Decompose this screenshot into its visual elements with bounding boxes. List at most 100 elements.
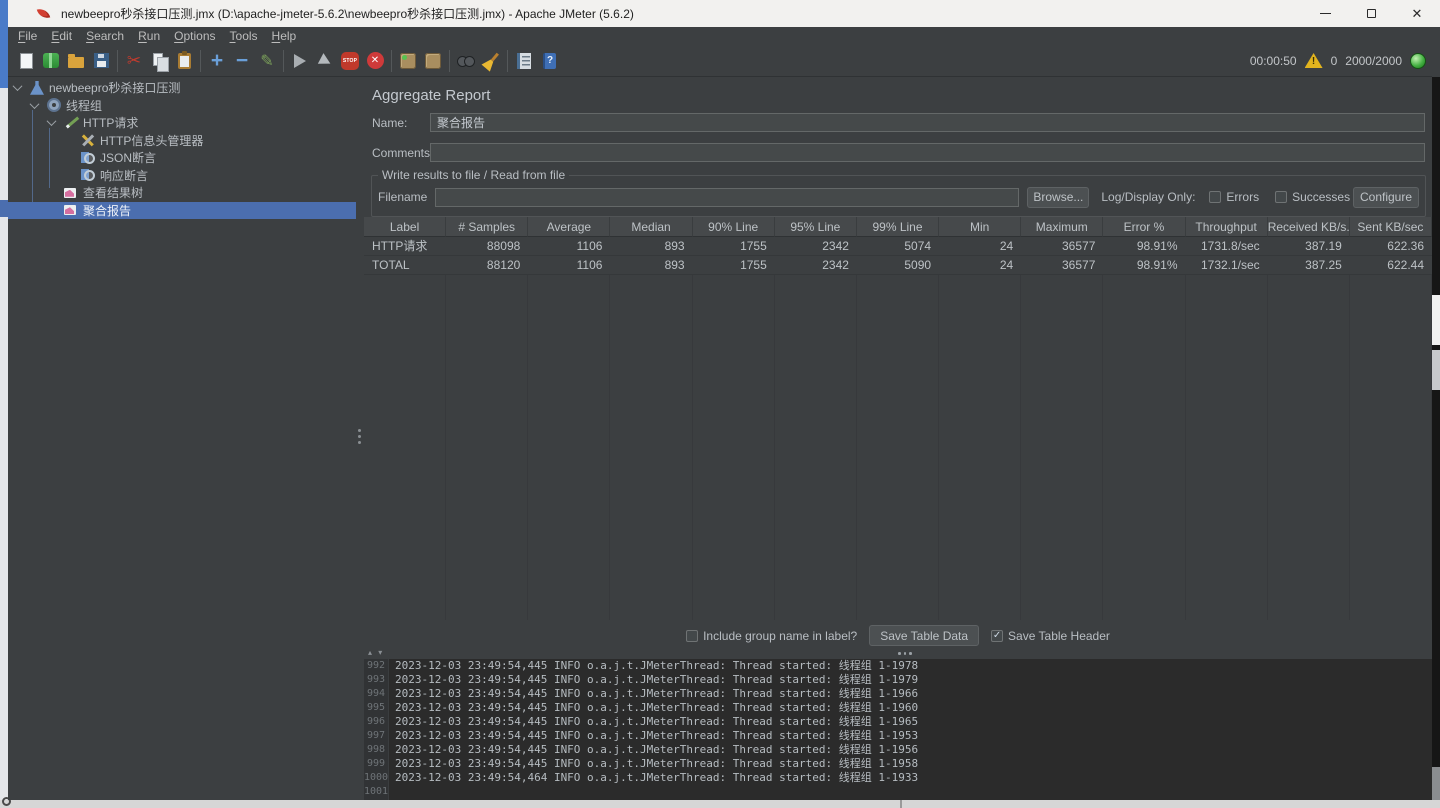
log-line-number: 997	[364, 729, 389, 743]
log-line-text: 2023-12-03 23:49:54,445 INFO o.a.j.t.JMe…	[389, 743, 918, 757]
log-line-text: 2023-12-03 23:49:54,464 INFO o.a.j.t.JMe…	[389, 771, 918, 785]
warning-icon[interactable]: !	[1305, 53, 1323, 68]
successes-label: Successes	[1292, 190, 1350, 204]
stop-icon[interactable]: STOP	[340, 51, 360, 71]
remote-stop-icon[interactable]	[423, 51, 443, 71]
tree-item[interactable]: newbeepro秒杀接口压测	[8, 79, 356, 97]
column-header-8[interactable]: Min	[939, 217, 1021, 237]
column-header-12[interactable]: Received KB/s...	[1268, 217, 1350, 237]
browse-button[interactable]: Browse...	[1027, 187, 1089, 208]
tree-item[interactable]: 响应断言	[8, 167, 356, 185]
start-no-pauses-icon[interactable]	[315, 51, 335, 71]
errors-checkbox[interactable]	[1209, 191, 1221, 203]
table-cell: 1106	[528, 256, 610, 275]
chevron-down-icon[interactable]	[30, 99, 40, 109]
table-footer: Include group name in label? Save Table …	[364, 623, 1432, 648]
tree-item[interactable]: 查看结果树	[8, 184, 356, 202]
column-header-1[interactable]: Label	[364, 217, 446, 237]
http-request-icon	[64, 116, 78, 130]
remove-icon[interactable]: −	[232, 51, 252, 71]
chevron-down-icon[interactable]	[13, 81, 23, 91]
column-header-2[interactable]: # Samples	[446, 217, 528, 237]
menu-options[interactable]: Options	[174, 29, 215, 43]
log-line-text: 2023-12-03 23:49:54,445 INFO o.a.j.t.JMe…	[389, 659, 918, 673]
toggle-icon[interactable]: ✎	[257, 51, 277, 71]
save-table-data-button[interactable]: Save Table Data	[869, 625, 979, 646]
tree-item[interactable]: 线程组	[8, 97, 356, 115]
help-icon[interactable]: ?	[539, 51, 559, 71]
table-cell: 622.36	[1350, 237, 1432, 256]
elapsed-time: 00:00:50	[1250, 54, 1297, 68]
menu-help[interactable]: Help	[272, 29, 297, 43]
log-display-only-label: Log/Display Only:	[1101, 190, 1195, 204]
panel-splitter[interactable]	[356, 77, 364, 800]
paste-icon[interactable]	[174, 51, 194, 71]
add-icon[interactable]: +	[207, 51, 227, 71]
menu-search[interactable]: Search	[86, 29, 124, 43]
column-header-11[interactable]: Throughput	[1186, 217, 1268, 237]
name-input[interactable]	[430, 113, 1425, 132]
log-line-text: 2023-12-03 23:49:54,445 INFO o.a.j.t.JMe…	[389, 715, 918, 729]
log-viewer[interactable]: 9922023-12-03 23:49:54,445 INFO o.a.j.t.…	[364, 659, 1432, 800]
tree-item-label: 查看结果树	[83, 184, 143, 201]
shutdown-icon[interactable]: ✕	[365, 51, 385, 71]
column-header-13[interactable]: Sent KB/sec	[1350, 217, 1432, 237]
remote-start-icon[interactable]	[398, 51, 418, 71]
column-header-9[interactable]: Maximum	[1021, 217, 1103, 237]
tree-item-label: 聚合报告	[83, 202, 131, 219]
filename-label: Filename	[378, 190, 427, 204]
chevron-down-icon[interactable]	[47, 116, 57, 126]
save-table-header-checkbox[interactable]	[991, 630, 1003, 642]
function-helper-icon[interactable]	[514, 51, 534, 71]
templates-icon[interactable]	[41, 51, 61, 71]
tree-item[interactable]: JSON断言	[8, 149, 356, 167]
log-line-number: 998	[364, 743, 389, 757]
toolbar-separator	[200, 50, 201, 72]
toolbar-separator	[391, 50, 392, 72]
filename-input[interactable]	[435, 188, 1019, 207]
save-icon[interactable]	[91, 51, 111, 71]
table-grid-filler	[364, 275, 446, 620]
menu-tools[interactable]: Tools	[230, 29, 258, 43]
new-file-icon[interactable]	[16, 51, 36, 71]
log-line-number: 1000	[364, 771, 389, 785]
copy-icon[interactable]	[149, 51, 169, 71]
column-header-5[interactable]: 90% Line	[693, 217, 775, 237]
table-cell: 36577	[1021, 256, 1103, 275]
table-grid-filler	[610, 275, 692, 620]
log-panel: ▴ ▾ 9922023-12-03 23:49:54,445 INFO o.a.…	[364, 648, 1432, 800]
menu-file[interactable]: File	[18, 29, 37, 43]
log-line-text: 2023-12-03 23:49:54,445 INFO o.a.j.t.JMe…	[389, 687, 918, 701]
splitter-grip-icon[interactable]	[358, 429, 361, 444]
comments-input[interactable]	[430, 143, 1425, 162]
maximize-button[interactable]	[1348, 0, 1394, 27]
divider	[900, 800, 902, 808]
column-header-7[interactable]: 99% Line	[857, 217, 939, 237]
menu-edit[interactable]: Edit	[51, 29, 72, 43]
clear-all-icon[interactable]	[481, 51, 501, 71]
log-splitter-grip-icon[interactable]	[898, 652, 912, 655]
include-group-name-checkbox[interactable]	[686, 630, 698, 642]
table-grid-filler	[693, 275, 775, 620]
column-header-10[interactable]: Error %	[1103, 217, 1185, 237]
search-icon[interactable]	[456, 51, 476, 71]
column-header-4[interactable]: Median	[610, 217, 692, 237]
open-file-icon[interactable]	[66, 51, 86, 71]
cut-icon[interactable]: ✂	[124, 51, 144, 71]
menu-run[interactable]: Run	[138, 29, 160, 43]
table-cell: 1732.1/sec	[1186, 256, 1268, 275]
start-icon[interactable]	[290, 51, 310, 71]
minimize-button[interactable]	[1302, 0, 1348, 27]
write-results-group-title: Write results to file / Read from file	[378, 168, 569, 182]
log-line-text: 2023-12-03 23:49:54,445 INFO o.a.j.t.JMe…	[389, 673, 918, 687]
tree-item[interactable]: HTTP请求	[8, 114, 356, 132]
tree-item[interactable]: 聚合报告	[8, 202, 356, 220]
close-button[interactable]: ✕	[1394, 0, 1440, 27]
tree-item[interactable]: HTTP信息头管理器	[8, 132, 356, 150]
log-line: 9952023-12-03 23:49:54,445 INFO o.a.j.t.…	[364, 701, 1432, 715]
successes-checkbox[interactable]	[1275, 191, 1287, 203]
log-collapse-expand-icons[interactable]: ▴ ▾	[368, 648, 384, 658]
column-header-6[interactable]: 95% Line	[775, 217, 857, 237]
column-header-3[interactable]: Average	[528, 217, 610, 237]
configure-button[interactable]: Configure	[1353, 187, 1419, 208]
